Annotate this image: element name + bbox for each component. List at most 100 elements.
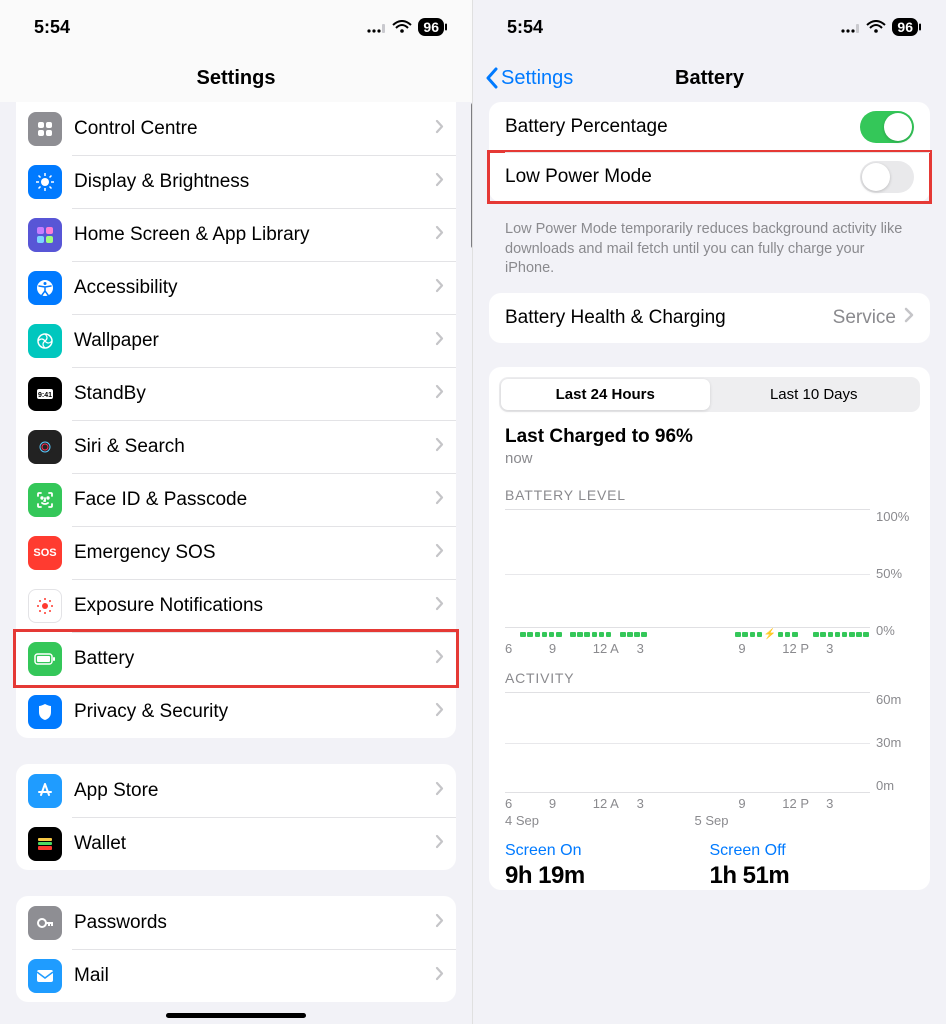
date-labels: 4 Sep5 Sep [505,813,914,828]
tab-last-10-days[interactable]: Last 10 Days [710,379,919,410]
status-bar: 5:54 96 [0,0,472,54]
settings-row-brightness[interactable]: Display & Brightness [16,155,456,208]
row-label: Home Screen & App Library [74,224,435,246]
battery-options-group: Battery Percentage Low Power Mode [489,102,930,202]
appstore-icon [28,774,62,808]
screen-off-column[interactable]: Screen Off 1h 51m [710,842,915,890]
settings-row-mail[interactable]: Mail [16,949,456,1002]
chevron-right-icon [904,307,914,328]
settings-row-battery[interactable]: Battery [16,632,456,685]
passwords-icon [28,906,62,940]
settings-row-appstore[interactable]: App Store [16,764,456,817]
settings-row-sos[interactable]: SOSEmergency SOS [16,526,456,579]
battery-health-label: Battery Health & Charging [505,307,726,329]
page-title: Settings [197,67,276,90]
y-axis-labels: 60m 30m 0m [870,692,914,793]
settings-row-siri[interactable]: Siri & Search [16,420,456,473]
battery-health-group: Battery Health & Charging Service [489,293,930,343]
settings-group: Control Centre Display & Brightness Home S… [16,102,456,738]
row-label: Passwords [74,912,435,934]
chevron-right-icon [435,278,444,298]
status-battery: 96 [892,18,918,36]
row-label: Face ID & Passcode [74,489,435,511]
sos-icon: SOS [28,536,62,570]
screen-time-summary: Screen On 9h 19m Screen Off 1h 51m [505,842,914,890]
faceid-icon [28,483,62,517]
x-axis-labels: 6912 A3912 P3 [505,796,914,811]
chevron-right-icon [435,596,444,616]
settings-row-wallet[interactable]: Wallet [16,817,456,870]
screen-off-label: Screen Off [710,842,915,860]
page-title: Battery [675,67,744,90]
row-label: Display & Brightness [74,171,435,193]
home-screen-icon [28,218,62,252]
back-button[interactable]: Settings [485,54,573,102]
cellular-icon [840,20,860,34]
back-label: Settings [501,67,573,90]
nav-bar: Settings Battery [473,54,946,102]
status-icons: 96 [366,18,444,36]
status-battery: 96 [418,18,444,36]
battery-health-row[interactable]: Battery Health & Charging Service [489,293,930,343]
row-label: Siri & Search [74,436,435,458]
row-label: Accessibility [74,277,435,299]
battery-level-chart: BATTERY LEVEL ⚡ 100% 50% 0% 6912 A3912 P… [505,487,914,656]
battery-icon [28,642,62,676]
settings-row-privacy[interactable]: Privacy & Security [16,685,456,738]
settings-row-standby[interactable]: 9:41StandBy [16,367,456,420]
chevron-right-icon [435,437,444,457]
tab-last-24-hours[interactable]: Last 24 Hours [501,379,710,410]
status-icons: 96 [840,18,918,36]
screen-off-value: 1h 51m [710,862,915,890]
nav-bar: Settings [0,54,472,102]
privacy-icon [28,695,62,729]
row-label: Mail [74,965,435,987]
chevron-right-icon [435,966,444,986]
chevron-right-icon [435,781,444,801]
battery-percentage-toggle[interactable] [860,111,914,143]
wallpaper-icon [28,324,62,358]
settings-row-faceid[interactable]: Face ID & Passcode [16,473,456,526]
chevron-right-icon [435,913,444,933]
battery-screen: 5:54 96 Settings Battery Battery Percent… [473,0,946,1024]
settings-row-accessibility[interactable]: Accessibility [16,261,456,314]
row-label: Wallet [74,833,435,855]
settings-screen: 5:54 96 Settings Control Centre Display &… [0,0,473,1024]
low-power-mode-toggle[interactable] [860,161,914,193]
accessibility-icon [28,271,62,305]
battery-percentage-row[interactable]: Battery Percentage [489,102,930,152]
row-label: Battery [74,648,435,670]
low-power-mode-row[interactable]: Low Power Mode [489,152,930,202]
settings-row-control-centre[interactable]: Control Centre [16,102,456,155]
status-time: 5:54 [34,17,70,38]
time-range-segmented[interactable]: Last 24 Hours Last 10 Days [499,377,920,412]
activity-chart: ACTIVITY 60m 30m 0m 6912 A3912 P3 4 Sep5… [505,670,914,828]
low-power-mode-description: Low Power Mode temporarily reduces backg… [473,216,946,293]
standby-icon: 9:41 [28,377,62,411]
brightness-icon [28,165,62,199]
chevron-right-icon [435,649,444,669]
row-label: Wallpaper [74,330,435,352]
screen-on-value: 9h 19m [505,862,710,890]
home-indicator[interactable] [166,1013,306,1018]
chart-title: BATTERY LEVEL [505,487,914,503]
settings-row-exposure[interactable]: Exposure Notifications [16,579,456,632]
chevron-right-icon [435,331,444,351]
settings-row-wallpaper[interactable]: Wallpaper [16,314,456,367]
chart-title: ACTIVITY [505,670,914,686]
last-charged-title: Last Charged to 96% [505,426,914,448]
settings-row-home-screen[interactable]: Home Screen & App Library [16,208,456,261]
mail-icon [28,959,62,993]
status-time: 5:54 [507,17,543,38]
settings-group: Passwords Mail [16,896,456,1002]
last-charged-time: now [505,450,914,467]
row-label: Exposure Notifications [74,595,435,617]
chevron-right-icon [435,490,444,510]
settings-row-passwords[interactable]: Passwords [16,896,456,949]
exposure-icon [28,589,62,623]
battery-usage-card: Last 24 Hours Last 10 Days Last Charged … [489,367,930,890]
chevron-right-icon [435,702,444,722]
control-centre-icon [28,112,62,146]
chevron-right-icon [435,119,444,139]
screen-on-column[interactable]: Screen On 9h 19m [505,842,710,890]
